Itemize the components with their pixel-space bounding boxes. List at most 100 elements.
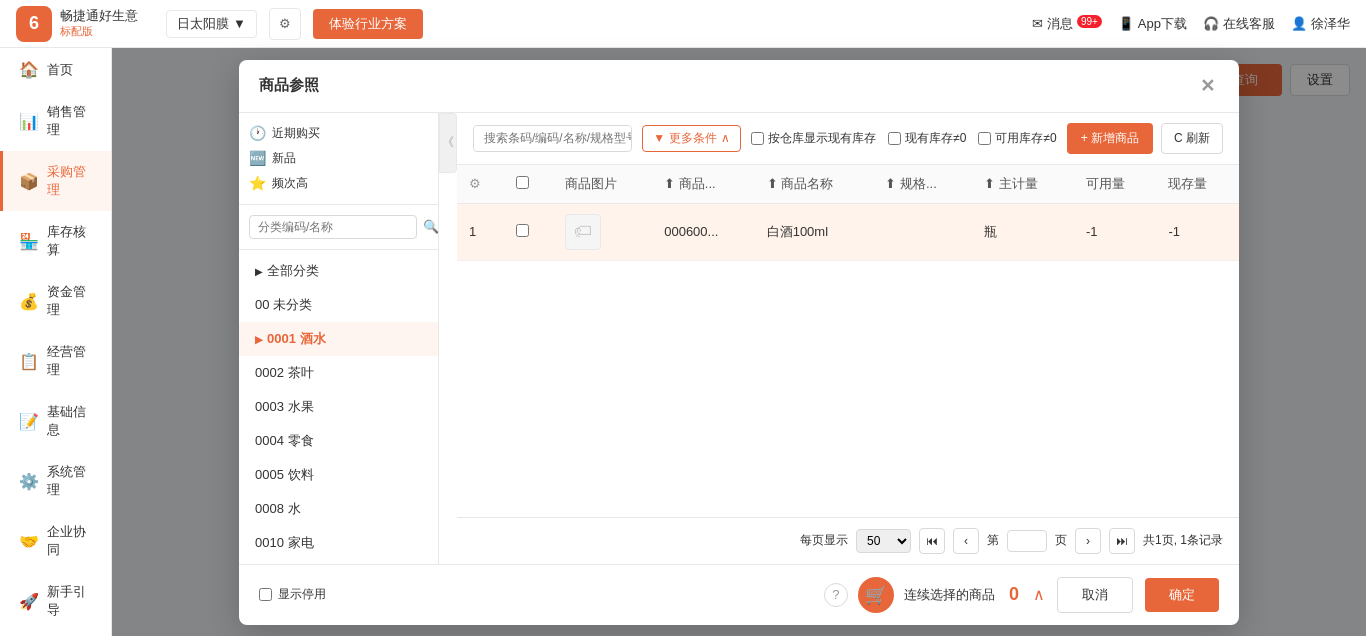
next-page-button[interactable]: › — [1075, 528, 1101, 554]
sidebar: 🏠首页📊销售管理 📦 采购管理 🏪库存核算💰资金管理📋经营管理📝基础信息 ⚙️ 系统管理 🤝… — [0, 48, 112, 636]
panel-collapse-button[interactable]: 《 — [439, 113, 457, 173]
category-item[interactable]: 0010 家电 — [239, 526, 438, 560]
checkbox-stock-nonzero[interactable]: 现有库存≠0 — [888, 130, 966, 147]
sidebar-item-基础信息[interactable]: 📝基础信息 — [0, 391, 111, 451]
product-search-input[interactable] — [474, 126, 632, 150]
checkbox-stock-nonzero-input[interactable] — [888, 132, 901, 145]
th-unit-sort[interactable]: ⬆ 主计量 — [984, 175, 1038, 193]
main-layout: 🏠首页📊销售管理 📦 采购管理 🏪库存核算💰资金管理📋经营管理📝基础信息 ⚙️ 系统管理 🤝… — [0, 48, 1366, 636]
th-stock: 现存量 — [1156, 165, 1239, 204]
category-item[interactable]: 0002 茶叶 — [239, 356, 438, 390]
filter-label: 更多条件 — [669, 130, 717, 147]
sidebar-label: 系统管理 — [47, 463, 95, 499]
checkbox-by-warehouse[interactable]: 按仓库显示现有库存 — [751, 130, 876, 147]
checkbox-by-warehouse-input[interactable] — [751, 132, 764, 145]
category-search-icon[interactable]: 🔍 — [423, 219, 439, 234]
checkbox-available-nonzero-input[interactable] — [978, 132, 991, 145]
select-all-checkbox[interactable] — [516, 176, 529, 189]
row-checkbox[interactable] — [516, 224, 529, 237]
th-checkbox — [504, 165, 552, 204]
cancel-button[interactable]: 取消 — [1057, 577, 1133, 613]
show-disabled-label[interactable]: 显示停用 — [259, 586, 326, 603]
per-page-select[interactable]: 50 100 200 — [856, 529, 911, 553]
footer-collapse-icon[interactable]: ∧ — [1033, 585, 1045, 604]
refresh-button[interactable]: C 刷新 — [1161, 123, 1223, 154]
top-nav: 6 畅捷通好生意 标配版 日太阳膜 ▼ ⚙ 体验行业方案 ✉ 消息 99+ 📱 … — [0, 0, 1366, 48]
toolbar-right: + 新增商品 C 刷新 — [1067, 123, 1223, 154]
cat-arrow-icon: ▶ — [255, 266, 263, 277]
category-item[interactable]: 0004 零食 — [239, 424, 438, 458]
sidebar-item-应用中心[interactable]: 📱应用中心 — [0, 631, 111, 636]
sidebar-item-新手引导[interactable]: 🚀新手引导 — [0, 571, 111, 631]
logo-text-area: 畅捷通好生意 标配版 — [60, 8, 138, 40]
sidebar-item-库存核算[interactable]: 🏪库存核算 — [0, 211, 111, 271]
table-row[interactable]: 1 🏷 000600... 白酒100ml 瓶 -1 -1 — [457, 203, 1239, 260]
confirm-button[interactable]: 确定 — [1145, 578, 1219, 612]
experience-btn[interactable]: 体验行业方案 — [313, 9, 423, 39]
sidebar-icon: ⚙️ — [19, 472, 39, 491]
th-unit: ⬆ 主计量 — [972, 165, 1074, 204]
category-search-input[interactable] — [249, 215, 417, 239]
first-page-button[interactable]: ⏮ — [919, 528, 945, 554]
shortcut-frequent[interactable]: ⭐ 频次高 — [249, 171, 428, 196]
th-name-sort[interactable]: ⬆ 商品名称 — [767, 175, 834, 193]
sidebar-item-首页[interactable]: 🏠首页 — [0, 48, 111, 91]
row-image-cell: 🏷 — [553, 203, 653, 260]
app-download-btn[interactable]: 📱 App下载 — [1118, 15, 1187, 33]
category-item[interactable]: 0008 水 — [239, 492, 438, 526]
th-spec-sort[interactable]: ⬆ 规格... — [885, 175, 936, 193]
modal-header: 商品参照 ✕ — [239, 60, 1239, 113]
sidebar-icon: 🤝 — [19, 532, 39, 551]
cart-label: 连续选择的商品 — [904, 586, 995, 604]
content-area: 查询 设置 商品参照 ✕ 🕐 — [112, 48, 1366, 636]
checkbox-by-warehouse-label: 按仓库显示现有库存 — [768, 130, 876, 147]
category-item[interactable]: 0003 水果 — [239, 390, 438, 424]
category-item[interactable]: ▶0001 酒水 — [239, 322, 438, 356]
row-checkbox-cell[interactable] — [504, 203, 552, 260]
sidebar-item-系统管理[interactable]: ⚙️ 系统管理 — [0, 451, 111, 511]
row-code: 000600... — [652, 203, 754, 260]
product-thumbnail: 🏷 — [565, 214, 601, 250]
shortcut-new[interactable]: 🆕 新品 — [249, 146, 428, 171]
sidebar-item-采购管理[interactable]: 📦 采购管理 — [0, 151, 111, 211]
sidebar-icon: 📊 — [19, 112, 39, 131]
filter-more-button[interactable]: ▼ 更多条件 ∧ — [642, 125, 741, 152]
store-select[interactable]: 日太阳膜 ▼ — [166, 10, 257, 38]
row-name: 白酒100ml — [755, 203, 874, 260]
shortcut-recent[interactable]: 🕐 近期购买 — [249, 121, 428, 146]
settings-button[interactable]: ⚙ — [269, 8, 301, 40]
th-code-sort[interactable]: ⬆ 商品... — [664, 175, 715, 193]
modal-close-button[interactable]: ✕ — [1195, 74, 1219, 98]
page-label: 第 — [987, 532, 999, 549]
sidebar-item-经营管理[interactable]: 📋经营管理 — [0, 331, 111, 391]
category-item[interactable]: ▶全部分类 — [239, 254, 438, 288]
sidebar-item-企业协同[interactable]: 🤝企业协同 — [0, 511, 111, 571]
modal-overlay: 商品参照 ✕ 🕐 近期购买 🆕 — [112, 48, 1366, 636]
last-page-button[interactable]: ⏭ — [1109, 528, 1135, 554]
cart-icon-button[interactable]: 🛒 — [858, 577, 894, 613]
category-item[interactable]: 0005 饮料 — [239, 458, 438, 492]
page-number-input[interactable]: 1 — [1007, 530, 1047, 552]
th-image: 商品图片 — [553, 165, 653, 204]
column-settings-icon[interactable]: ⚙ — [469, 176, 481, 191]
prev-page-button[interactable]: ‹ — [953, 528, 979, 554]
th-settings[interactable]: ⚙ — [457, 165, 504, 204]
help-icon[interactable]: ? — [824, 583, 848, 607]
sidebar-label: 采购管理 — [47, 163, 95, 199]
sidebar-item-销售管理[interactable]: 📊销售管理 — [0, 91, 111, 151]
row-unit: 瓶 — [972, 203, 1074, 260]
show-disabled-checkbox[interactable] — [259, 588, 272, 601]
online-service-btn[interactable]: 🎧 在线客服 — [1203, 15, 1275, 33]
page-suffix: 页 — [1055, 532, 1067, 549]
checkbox-available-nonzero[interactable]: 可用库存≠0 — [978, 130, 1056, 147]
messages-btn[interactable]: ✉ 消息 99+ — [1032, 15, 1102, 33]
add-product-button[interactable]: + 新增商品 — [1067, 123, 1153, 154]
sidebar-icon: 🏠 — [19, 60, 39, 79]
category-item[interactable]: 00 未分类 — [239, 288, 438, 322]
nav-right: ✉ 消息 99+ 📱 App下载 🎧 在线客服 👤 徐泽华 — [1032, 15, 1350, 33]
sidebar-icon: 📦 — [19, 172, 39, 191]
show-disabled-text: 显示停用 — [278, 586, 326, 603]
user-profile-btn[interactable]: 👤 徐泽华 — [1291, 15, 1350, 33]
modal-title: 商品参照 — [259, 76, 319, 95]
sidebar-item-资金管理[interactable]: 💰资金管理 — [0, 271, 111, 331]
